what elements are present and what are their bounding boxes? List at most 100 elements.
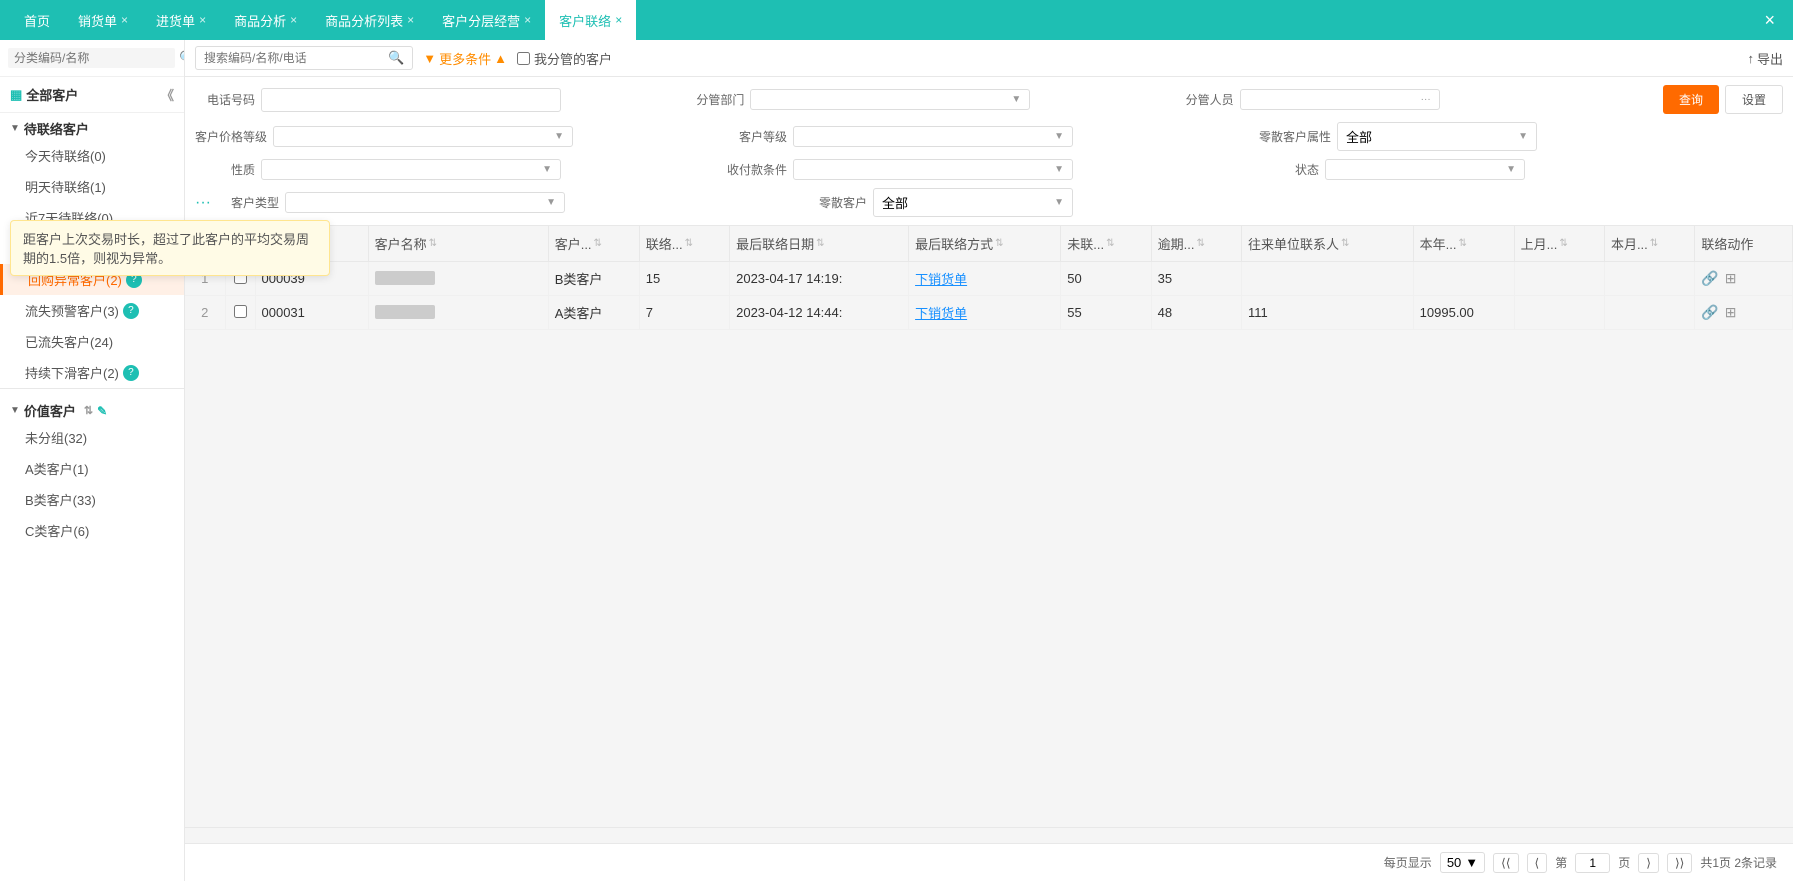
close-all-button[interactable]: × [1756, 10, 1783, 31]
col-header-unit-contact[interactable]: 往来单位联系人 ⇅ [1242, 226, 1414, 262]
payment-label: 收付款条件 [727, 161, 787, 178]
retail-attr-select[interactable]: 全部 ▼ [1337, 122, 1537, 151]
query-button[interactable]: 查询 [1663, 85, 1719, 114]
row1-grid-icon[interactable]: ⊞ [1725, 270, 1737, 287]
retail-customer-select[interactable]: 全部 ▼ [873, 188, 1073, 217]
total-info: 共1页 2条记录 [1700, 854, 1777, 871]
nav-customer-tiered-close[interactable]: × [524, 13, 531, 27]
prev-page-button[interactable]: ⟨ [1527, 853, 1548, 873]
declining-info-icon[interactable]: ? [123, 365, 139, 381]
sidebar-ungrouped[interactable]: 未分组(32) [0, 422, 184, 453]
sidebar-lost[interactable]: 已流失客户(24) [0, 326, 184, 357]
next-page-button[interactable]: ⟩ [1638, 853, 1659, 873]
filter-sub-person-field: 分管人员 ··· [1174, 89, 1655, 110]
nav-product-analysis-list-close[interactable]: × [407, 13, 414, 27]
unpaid-sort-icon: ⇅ [1106, 238, 1114, 249]
price-level-select[interactable]: ▼ [273, 126, 573, 147]
sidebar-declining[interactable]: 持续下滑客户(2) ? [0, 357, 184, 388]
row2-grid-icon[interactable]: ⊞ [1725, 304, 1737, 321]
sidebar-search-input[interactable] [8, 48, 175, 68]
row1-last-month [1514, 262, 1604, 296]
filter-search-icon[interactable]: 🔍 [388, 50, 404, 66]
horizontal-scrollbar[interactable] [185, 827, 1793, 843]
col-header-unpaid[interactable]: 未联... ⇅ [1061, 226, 1151, 262]
row2-link-icon[interactable]: 🔗 [1701, 304, 1718, 321]
nav-product-analysis[interactable]: 商品分析 × [220, 0, 311, 40]
nav-customer-tiered[interactable]: 客户分层经营 × [428, 0, 545, 40]
col-header-last-method[interactable]: 最后联络方式 ⇅ [909, 226, 1061, 262]
col-header-contact[interactable]: 联络... ⇅ [639, 226, 729, 262]
chevron-up-icon: ▲ [494, 51, 507, 66]
my-customers-checkbox[interactable] [517, 52, 530, 65]
filter-price-level-field: 客户价格等级 ▼ [195, 126, 719, 147]
row1-last-date: 2023-04-17 14:19: [730, 262, 909, 296]
price-level-label: 客户价格等级 [195, 128, 267, 145]
retail-attr-label: 零散客户属性 [1259, 128, 1331, 145]
row2-checkbox[interactable] [234, 305, 247, 318]
all-customers-header[interactable]: ▦ 全部客户 《 [0, 77, 184, 113]
sidebar-today-pending[interactable]: 今天待联络(0) [0, 140, 184, 171]
sidebar-lost-prediction[interactable]: 流失预警客户(3) ? [0, 295, 184, 326]
row2-check [225, 296, 255, 330]
sidebar-class-a[interactable]: A类客户(1) [0, 453, 184, 484]
row1-link-icon[interactable]: 🔗 [1701, 270, 1718, 287]
nav-purchase-order[interactable]: 进货单 × [142, 0, 220, 40]
phone-input[interactable] [261, 88, 561, 112]
nav-sales-order-close[interactable]: × [121, 13, 128, 27]
nav-product-analysis-close[interactable]: × [290, 13, 297, 27]
col-header-name[interactable]: 客户名称 ⇅ [368, 226, 548, 262]
pending-contact-group[interactable]: ▼ 待联络客户 [0, 113, 184, 140]
filter-row-4: ··· 客户类型 ▼ 零散客户 全部 ▼ [195, 188, 1783, 217]
nav-home[interactable]: 首页 [10, 0, 64, 40]
top-navigation: 首页 销货单 × 进货单 × 商品分析 × 商品分析列表 × 客户分层经营 × … [0, 0, 1793, 40]
export-icon: ↑ [1747, 51, 1754, 66]
value-edit-icon[interactable]: ✎ [97, 404, 107, 418]
page-number-input[interactable] [1575, 853, 1610, 873]
lost-prediction-info-icon[interactable]: ? [123, 303, 139, 319]
filter-payment-field: 收付款条件 ▼ [727, 159, 1251, 180]
sidebar-collapse-icon[interactable]: 《 [161, 85, 174, 104]
col-header-this-year[interactable]: 本年... ⇅ [1413, 226, 1514, 262]
nav-customer-contact[interactable]: 客户联络 × [545, 0, 636, 40]
price-level-chevron-icon: ▼ [554, 131, 564, 142]
row1-last-method-link[interactable]: 下销货单 [915, 272, 967, 287]
payment-select[interactable]: ▼ [793, 159, 1073, 180]
nav-sales-order[interactable]: 销货单 × [64, 0, 142, 40]
row2-last-method-link[interactable]: 下销货单 [915, 306, 967, 321]
customer-type-select[interactable]: ▼ [285, 192, 565, 213]
col-header-last-month[interactable]: 上月... ⇅ [1514, 226, 1604, 262]
value-triangle-icon: ▼ [10, 405, 20, 416]
status-label: 状态 [1259, 161, 1319, 178]
col-header-this-month[interactable]: 本月... ⇅ [1604, 226, 1694, 262]
nav-customer-contact-close[interactable]: × [615, 13, 622, 27]
col-header-last-date[interactable]: 最后联络日期 ⇅ [730, 226, 909, 262]
more-conditions-button[interactable]: ▼ 更多条件 ▲ [423, 49, 507, 68]
my-customers-checkbox-label[interactable]: 我分管的客户 [517, 49, 612, 68]
sidebar: 🔍 ▦ 全部客户 《 ▼ 待联络客户 今天待联络(0) 明天待联络(1) 近7天… [0, 40, 185, 881]
filter-dots[interactable]: ··· [195, 194, 211, 212]
customer-level-label: 客户等级 [727, 128, 787, 145]
sub-dept-select[interactable]: ▼ [750, 89, 1030, 110]
col-header-type[interactable]: 客户... ⇅ [548, 226, 639, 262]
filter-search-input[interactable] [204, 51, 384, 65]
first-page-button[interactable]: ⟨⟨ [1493, 853, 1518, 873]
status-select[interactable]: ▼ [1325, 159, 1525, 180]
nav-purchase-order-close[interactable]: × [199, 13, 206, 27]
col-header-overdue[interactable]: 逾期... ⇅ [1151, 226, 1241, 262]
unit-contact-sort-icon: ⇅ [1341, 238, 1349, 249]
gender-select[interactable]: ▼ [261, 159, 561, 180]
sub-person-select[interactable]: ··· [1240, 89, 1440, 110]
settings-button[interactable]: 设置 [1725, 85, 1783, 114]
sidebar-search-icon[interactable]: 🔍 [179, 50, 185, 66]
last-page-button[interactable]: ⟩⟩ [1667, 853, 1692, 873]
sidebar-class-b[interactable]: B类客户(33) [0, 484, 184, 515]
filter-bar: 🔍 ▼ 更多条件 ▲ 我分管的客户 ↑ 导出 [185, 40, 1793, 77]
nav-product-analysis-list[interactable]: 商品分析列表 × [311, 0, 428, 40]
sidebar-tomorrow-pending[interactable]: 明天待联络(1) [0, 171, 184, 202]
content-area: 🔍 ▼ 更多条件 ▲ 我分管的客户 ↑ 导出 电话号码 [185, 40, 1793, 881]
per-page-select[interactable]: 50 ▼ [1440, 852, 1485, 873]
value-customer-group[interactable]: ▼ 价值客户 ⇅ ✎ [0, 395, 184, 422]
sidebar-class-c[interactable]: C类客户(6) [0, 515, 184, 546]
export-button[interactable]: ↑ 导出 [1747, 49, 1783, 68]
customer-level-select[interactable]: ▼ [793, 126, 1073, 147]
